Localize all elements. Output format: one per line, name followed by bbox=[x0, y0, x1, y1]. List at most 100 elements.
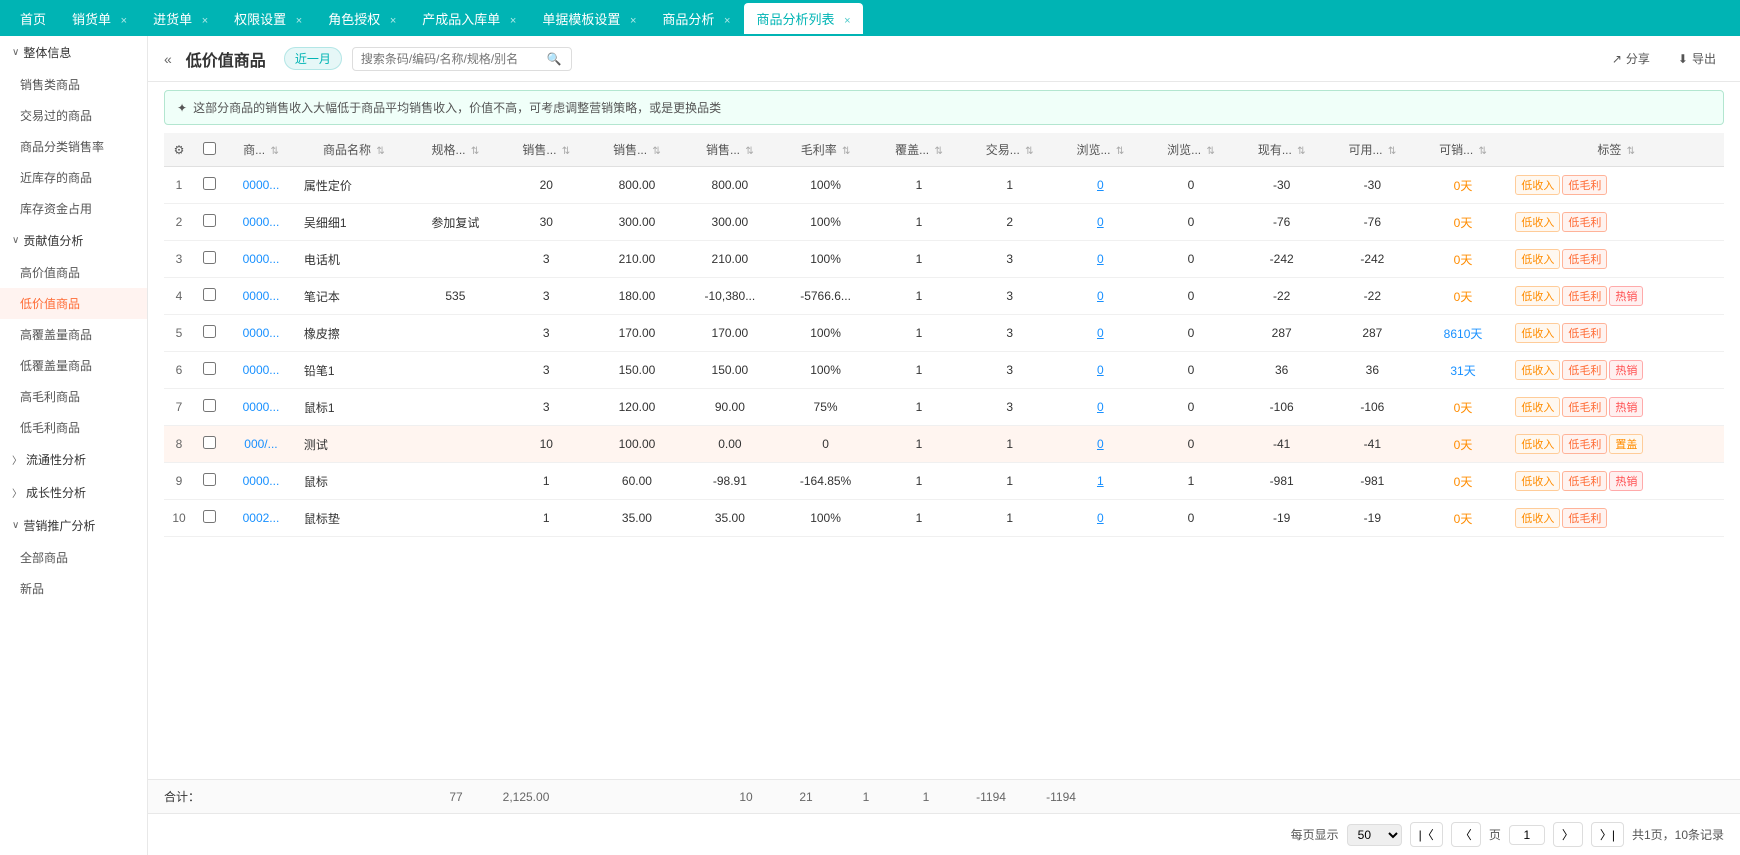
nav-analysis-list[interactable]: 商品分析列表 × bbox=[744, 3, 862, 34]
nav-permission[interactable]: 权限设置 × bbox=[222, 3, 314, 34]
filter-recent-month-btn[interactable]: 近一月 bbox=[284, 47, 342, 70]
close-icon[interactable]: × bbox=[844, 15, 850, 27]
last-page-btn[interactable]: 〉| bbox=[1591, 822, 1624, 847]
row-sellable: 0天 bbox=[1418, 204, 1509, 241]
page-number-input[interactable] bbox=[1509, 825, 1545, 845]
close-icon[interactable]: × bbox=[630, 15, 636, 27]
nav-role[interactable]: 角色授权 × bbox=[316, 3, 408, 34]
tag-badge: 低收入 bbox=[1515, 434, 1560, 454]
page-label: 页 bbox=[1489, 826, 1501, 843]
row-browse1[interactable]: 0 bbox=[1055, 241, 1146, 278]
row-checkbox[interactable] bbox=[203, 362, 216, 375]
col-settings[interactable]: ⚙ bbox=[164, 133, 194, 167]
row-checkbox[interactable] bbox=[203, 177, 216, 190]
row-browse1[interactable]: 0 bbox=[1055, 389, 1146, 426]
row-checkbox[interactable] bbox=[203, 436, 216, 449]
sidebar-item-high-profit[interactable]: 高毛利商品 bbox=[0, 381, 147, 412]
select-all-checkbox[interactable] bbox=[203, 142, 216, 155]
sidebar-item-low-coverage[interactable]: 低覆盖量商品 bbox=[0, 350, 147, 381]
next-page-btn[interactable]: 〉 bbox=[1553, 822, 1583, 847]
search-icon[interactable]: 🔍 bbox=[547, 52, 562, 66]
sidebar-group-marketing[interactable]: ∨ 营销推广分析 bbox=[0, 509, 147, 542]
nav-template[interactable]: 单据模板设置 × bbox=[530, 3, 648, 34]
nav-purchase[interactable]: 进货单 × bbox=[141, 3, 220, 34]
sort-icon[interactable]: ⇅ bbox=[270, 146, 278, 157]
share-btn[interactable]: ↗ 分享 bbox=[1604, 46, 1658, 71]
search-input[interactable] bbox=[361, 52, 541, 66]
prev-page-btn[interactable]: 〈 bbox=[1451, 822, 1481, 847]
nav-analysis[interactable]: 商品分析 × bbox=[650, 3, 742, 34]
close-icon[interactable]: × bbox=[724, 15, 730, 27]
sidebar-item-category-rate[interactable]: 商品分类销售率 bbox=[0, 131, 147, 162]
sidebar-group-circulation[interactable]: 〉 流通性分析 bbox=[0, 443, 147, 476]
header-actions: ↗ 分享 ⬇ 导出 bbox=[1604, 46, 1724, 71]
close-icon[interactable]: × bbox=[202, 15, 208, 27]
collapse-sidebar-btn[interactable]: « bbox=[164, 51, 172, 67]
first-page-btn[interactable]: |〈 bbox=[1410, 822, 1443, 847]
row-sales-qty: 3 bbox=[501, 278, 592, 315]
row-checkbox[interactable] bbox=[203, 214, 216, 227]
row-browse1[interactable]: 0 bbox=[1055, 500, 1146, 537]
sort-icon[interactable]: ⇅ bbox=[745, 146, 753, 157]
sidebar-item-traded[interactable]: 交易过的商品 bbox=[0, 100, 147, 131]
row-browse1[interactable]: 0 bbox=[1055, 204, 1146, 241]
sort-icon[interactable]: ⇅ bbox=[1297, 146, 1305, 157]
sort-icon[interactable]: ⇅ bbox=[562, 146, 570, 157]
sort-icon[interactable]: ⇅ bbox=[1388, 146, 1396, 157]
row-browse1[interactable]: 0 bbox=[1055, 352, 1146, 389]
nav-home[interactable]: 首页 bbox=[8, 3, 58, 34]
row-browse1[interactable]: 1 bbox=[1055, 463, 1146, 500]
row-checkbox[interactable] bbox=[203, 473, 216, 486]
sidebar-group-contribution[interactable]: ∨ 贡献值分析 bbox=[0, 224, 147, 257]
row-cover: 1 bbox=[874, 352, 965, 389]
row-browse1[interactable]: 0 bbox=[1055, 278, 1146, 315]
sidebar-item-new-products[interactable]: 新品 bbox=[0, 573, 147, 604]
sort-icon[interactable]: ⇅ bbox=[376, 146, 384, 157]
close-icon[interactable]: × bbox=[296, 15, 302, 27]
sidebar-item-near-stock[interactable]: 近库存的商品 bbox=[0, 162, 147, 193]
row-sales-qty: 1 bbox=[501, 463, 592, 500]
close-icon[interactable]: × bbox=[390, 15, 396, 27]
sidebar-item-sales-products[interactable]: 销售类商品 bbox=[0, 69, 147, 100]
sort-icon[interactable]: ⇅ bbox=[842, 146, 850, 157]
row-checkbox[interactable] bbox=[203, 325, 216, 338]
settings-icon[interactable]: ⚙ bbox=[174, 143, 185, 157]
row-tags: 低收入低毛利热销 bbox=[1508, 278, 1724, 315]
close-icon[interactable]: × bbox=[121, 15, 127, 27]
sidebar-item-all-products[interactable]: 全部商品 bbox=[0, 542, 147, 573]
row-checkbox[interactable] bbox=[203, 399, 216, 412]
sidebar-item-high-value[interactable]: 高价值商品 bbox=[0, 257, 147, 288]
sort-icon[interactable]: ⇅ bbox=[652, 146, 660, 157]
row-browse1[interactable]: 0 bbox=[1055, 426, 1146, 463]
sidebar-group-growth[interactable]: 〉 成长性分析 bbox=[0, 476, 147, 509]
row-checkbox[interactable] bbox=[203, 510, 216, 523]
sidebar-item-low-profit[interactable]: 低毛利商品 bbox=[0, 412, 147, 443]
row-checkbox[interactable] bbox=[203, 251, 216, 264]
sort-icon[interactable]: ⇅ bbox=[934, 146, 942, 157]
sort-icon[interactable]: ⇅ bbox=[1116, 146, 1124, 157]
sort-icon[interactable]: ⇅ bbox=[1206, 146, 1214, 157]
sidebar-item-low-value[interactable]: 低价值商品 bbox=[0, 288, 147, 319]
row-code: 0000... bbox=[224, 204, 298, 241]
sort-icon[interactable]: ⇅ bbox=[1627, 146, 1635, 157]
sort-icon[interactable]: ⇅ bbox=[1479, 146, 1487, 157]
row-browse2: 0 bbox=[1146, 241, 1237, 278]
nav-product-in[interactable]: 产成品入库单 × bbox=[410, 3, 528, 34]
export-btn[interactable]: ⬇ 导出 bbox=[1670, 46, 1724, 71]
sort-icon[interactable]: ⇅ bbox=[471, 146, 479, 157]
col-available: 可用... ⇅ bbox=[1327, 133, 1418, 167]
sidebar-group-overall[interactable]: ∨ 整体信息 bbox=[0, 36, 147, 69]
sidebar-item-stock-fund[interactable]: 库存资金占用 bbox=[0, 193, 147, 224]
row-browse1[interactable]: 0 bbox=[1055, 167, 1146, 204]
close-icon[interactable]: × bbox=[510, 15, 516, 27]
notice-text: 这部分商品的销售收入大幅低于商品平均销售收入，价值不高，可考虑调整营销策略，或是… bbox=[193, 99, 721, 116]
nav-sales[interactable]: 销货单 × bbox=[60, 3, 139, 34]
row-browse1[interactable]: 0 bbox=[1055, 315, 1146, 352]
row-name: 鼠标 bbox=[298, 463, 410, 500]
row-checkbox[interactable] bbox=[203, 288, 216, 301]
per-page-select[interactable]: 50 100 200 bbox=[1347, 824, 1402, 846]
sort-icon[interactable]: ⇅ bbox=[1025, 146, 1033, 157]
row-sellable: 0天 bbox=[1418, 500, 1509, 537]
row-gross-rate: -164.85% bbox=[777, 463, 873, 500]
sidebar-item-high-coverage[interactable]: 高覆盖量商品 bbox=[0, 319, 147, 350]
